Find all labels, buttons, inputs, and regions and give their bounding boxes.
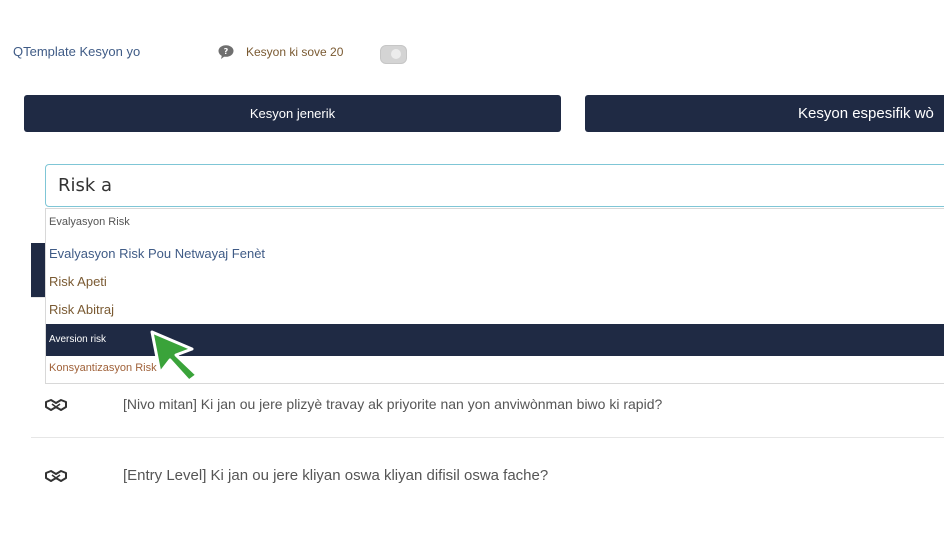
tab-specific-questions[interactable]: Kesyon espesifik wò (585, 95, 944, 132)
dropdown-option[interactable]: Risk Apeti (46, 267, 944, 295)
saved-questions-count: Kesyon ki sove 20 (246, 45, 344, 59)
question-row[interactable]: [Entry Level] Ki jan ou jere kliyan oswa… (31, 443, 944, 509)
svg-text:?: ? (224, 47, 229, 56)
dropdown-option-label: Evalyasyon Risk Pou Netwayaj Fenèt (49, 246, 266, 261)
list-edge-marker (31, 243, 45, 297)
dropdown-option-label: Konsyantizasyon Risk (49, 362, 157, 374)
dropdown-option-label: Evalyasyon Risk (49, 216, 130, 228)
tab-generic-questions[interactable]: Kesyon jenerik (24, 95, 561, 132)
toggle-knob (391, 49, 401, 59)
dropdown-option[interactable]: Risk Abitraj (46, 295, 944, 323)
page-title: QTemplate Kesyon yo (13, 44, 141, 59)
saved-toggle[interactable] (380, 45, 407, 64)
dropdown-option-label: Risk Abitraj (49, 302, 115, 317)
search-input[interactable] (45, 164, 944, 207)
dropdown-option[interactable]: Evalyasyon Risk (46, 209, 944, 237)
handshake-icon (45, 470, 67, 482)
chat-bubble-icon: ? (218, 45, 234, 59)
tab-generic-label: Kesyon jenerik (249, 106, 336, 121)
mouse-cursor-icon (150, 330, 199, 383)
question-text: [Entry Level] Ki jan ou jere kliyan oswa… (123, 467, 549, 484)
tab-specific-label: Kesyon espesifik wò (798, 105, 934, 122)
handshake-icon (45, 399, 67, 411)
dropdown-option-label: Aversion risk (49, 334, 107, 345)
dropdown-option[interactable]: Evalyasyon Risk Pou Netwayaj Fenèt (46, 239, 944, 267)
dropdown-option-label: Risk Apeti (49, 274, 107, 289)
question-text: [Nivo mitan] Ki jan ou jere plizyè trava… (123, 396, 663, 412)
